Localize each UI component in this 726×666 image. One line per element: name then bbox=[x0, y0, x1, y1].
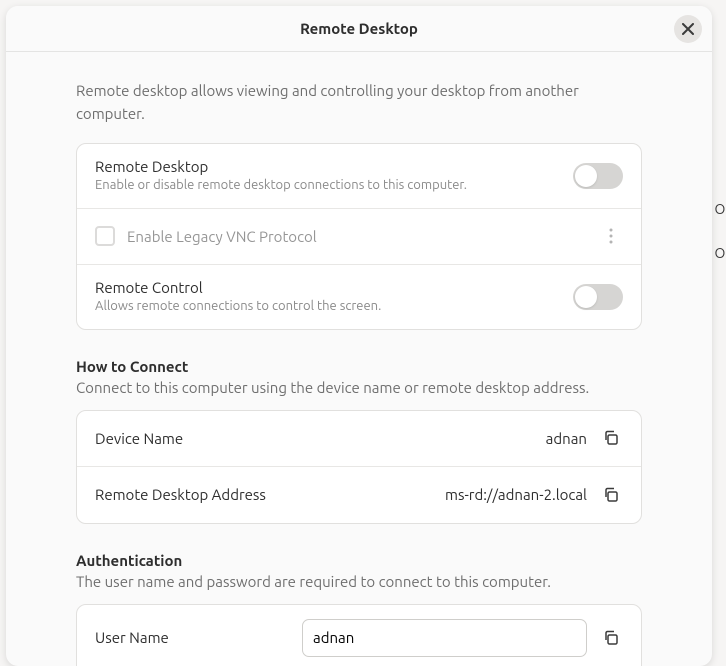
auth-card: User Name Password bbox=[76, 604, 642, 666]
howto-title: How to Connect bbox=[76, 358, 642, 375]
remote-desktop-row: Remote Desktop Enable or disable remote … bbox=[77, 144, 641, 209]
legacy-vnc-row: Enable Legacy VNC Protocol bbox=[77, 209, 641, 265]
copy-rd-address-button[interactable] bbox=[599, 483, 623, 507]
remote-desktop-desc: Enable or disable remote desktop connect… bbox=[95, 177, 561, 194]
titlebar: Remote Desktop bbox=[6, 6, 712, 52]
copy-icon bbox=[603, 430, 619, 446]
copy-device-name-button[interactable] bbox=[599, 426, 623, 450]
legacy-vnc-checkbox[interactable] bbox=[95, 226, 115, 246]
remote-control-label: Remote Control bbox=[95, 279, 561, 296]
dialog-content: Remote desktop allows viewing and contro… bbox=[6, 52, 712, 666]
remote-desktop-label: Remote Desktop bbox=[95, 158, 561, 175]
copy-icon bbox=[603, 487, 619, 503]
auth-title: Authentication bbox=[76, 552, 642, 569]
more-vertical-icon bbox=[609, 228, 613, 244]
legacy-vnc-label: Enable Legacy VNC Protocol bbox=[127, 228, 587, 245]
intro-text: Remote desktop allows viewing and contro… bbox=[76, 80, 642, 125]
howto-desc: Connect to this computer using the devic… bbox=[76, 379, 642, 396]
legacy-vnc-more-button[interactable] bbox=[599, 224, 623, 248]
remote-desktop-switch[interactable] bbox=[573, 163, 623, 189]
remote-control-row: Remote Control Allows remote connections… bbox=[77, 265, 641, 329]
row-labels: User Name bbox=[95, 629, 290, 646]
remote-desktop-dialog: Remote Desktop Remote desktop allows vie… bbox=[6, 6, 712, 666]
row-labels: Remote Desktop Address bbox=[95, 486, 433, 503]
connect-card: Device Name adnan Remote Desktop Address… bbox=[76, 410, 642, 524]
switch-knob bbox=[575, 165, 597, 187]
remote-control-switch[interactable] bbox=[573, 284, 623, 310]
row-labels: Remote Control Allows remote connections… bbox=[95, 279, 561, 315]
row-labels: Remote Desktop Enable or disable remote … bbox=[95, 158, 561, 194]
dialog-title: Remote Desktop bbox=[300, 20, 418, 37]
rd-address-label: Remote Desktop Address bbox=[95, 486, 433, 503]
rd-address-row: Remote Desktop Address ms-rd://adnan-2.l… bbox=[77, 467, 641, 523]
row-labels: Enable Legacy VNC Protocol bbox=[127, 228, 587, 245]
background-text: Off bbox=[714, 201, 726, 217]
copy-username-button[interactable] bbox=[599, 626, 623, 650]
username-input[interactable] bbox=[313, 629, 576, 646]
rd-address-value: ms-rd://adnan-2.local bbox=[445, 486, 587, 503]
username-label: User Name bbox=[95, 629, 290, 646]
device-name-label: Device Name bbox=[95, 430, 534, 447]
username-input-wrap bbox=[302, 619, 587, 657]
device-name-row: Device Name adnan bbox=[77, 411, 641, 467]
background-text: Off bbox=[714, 245, 726, 261]
close-button[interactable] bbox=[674, 15, 702, 43]
username-row: User Name bbox=[77, 605, 641, 666]
close-icon bbox=[682, 23, 694, 35]
copy-icon bbox=[603, 630, 619, 646]
device-name-value: adnan bbox=[546, 430, 587, 447]
row-labels: Device Name bbox=[95, 430, 534, 447]
remote-control-desc: Allows remote connections to control the… bbox=[95, 298, 561, 315]
switch-knob bbox=[575, 286, 597, 308]
auth-desc: The user name and password are required … bbox=[76, 573, 642, 590]
settings-card: Remote Desktop Enable or disable remote … bbox=[76, 143, 642, 330]
